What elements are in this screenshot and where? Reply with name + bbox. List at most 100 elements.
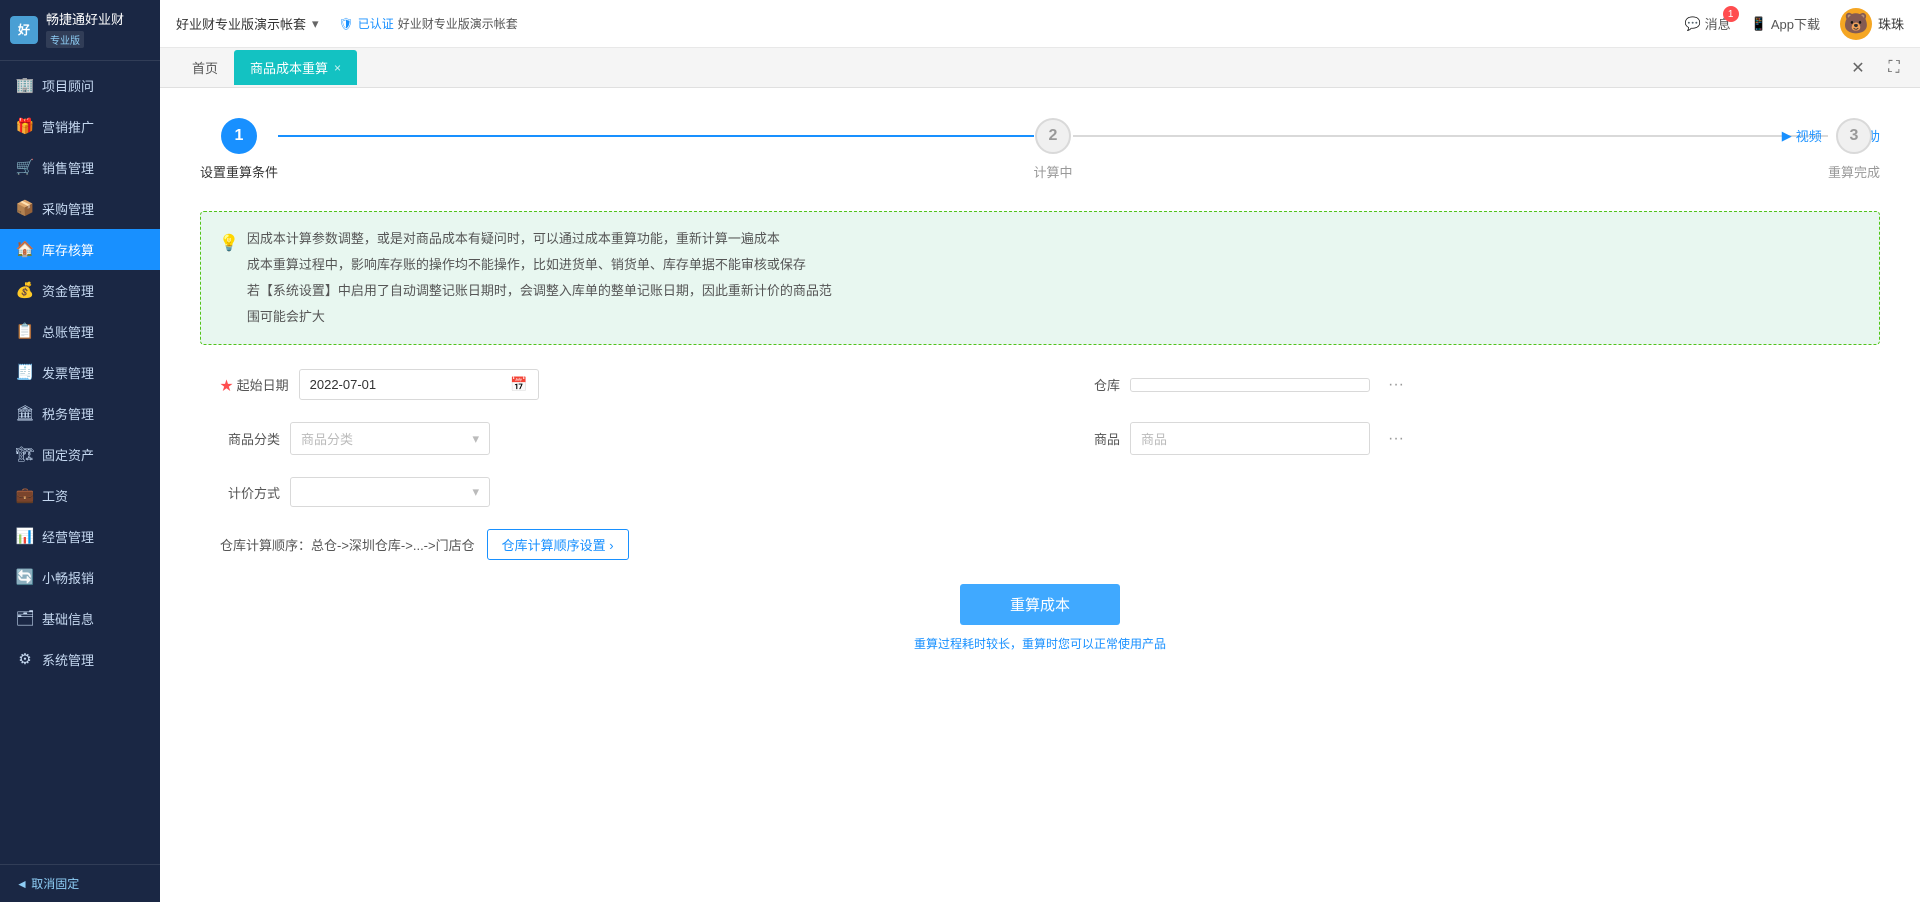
expense-icon: 🔄 xyxy=(16,568,34,586)
sidebar-logo: 好 xyxy=(10,16,38,44)
sidebar-item-system[interactable]: ⚙系统管理 xyxy=(0,639,160,680)
sidebar-item-label: 销售管理 xyxy=(42,158,94,177)
sidebar-item-operation[interactable]: 📊经营管理 xyxy=(0,516,160,557)
tab-close-icon[interactable]: × xyxy=(334,61,341,75)
goods-label: 商品 xyxy=(1060,429,1120,448)
action-hint: 重算过程耗时较长，重算时您可以正常使用产品 xyxy=(914,635,1166,652)
topbar-right: 💬 消息 1 📱 App下载 🐻 珠珠 xyxy=(1684,8,1904,40)
goods-input[interactable]: 商品 xyxy=(1130,422,1370,455)
topbar-account[interactable]: 好业财专业版演示帐套 ▾ xyxy=(176,14,319,33)
category-placeholder: 商品分类 xyxy=(301,429,353,448)
sidebar-item-assets[interactable]: 🏗固定资产 xyxy=(0,434,160,475)
sidebar-item-salary[interactable]: 💼工资 xyxy=(0,475,160,516)
sidebar-item-label: 总账管理 xyxy=(42,322,94,341)
sidebar-edition: 专业版 xyxy=(46,31,84,48)
maximize-button[interactable]: ⛶ xyxy=(1880,54,1908,82)
sidebar-item-basic[interactable]: 🗂基础信息 xyxy=(0,598,160,639)
pricing-select[interactable]: ▾ xyxy=(290,477,490,507)
pricing-dropdown-icon: ▾ xyxy=(472,484,479,500)
basic-icon: 🗂 xyxy=(16,609,34,627)
play-icon: ▶ xyxy=(1782,128,1792,144)
tabbar: 首页 商品成本重算 × ✕ ⛶ xyxy=(160,48,1920,88)
marketing-icon: 🎁 xyxy=(16,117,34,135)
pricing-field: 计价方式 ▾ xyxy=(220,477,1020,507)
notice-line2: 成本重算过程中，影响库存账的操作均不能操作，比如进货单、销货单、库存单据不能审核… xyxy=(247,252,832,278)
close-window-button[interactable]: ✕ xyxy=(1844,54,1872,82)
form-row-3: 计价方式 ▾ xyxy=(220,477,1860,507)
warehouse-more-icon[interactable]: ··· xyxy=(1380,372,1412,398)
message-icon: 💬 xyxy=(1684,16,1700,32)
warehouse-input[interactable] xyxy=(1130,378,1370,392)
sidebar-item-label: 营销推广 xyxy=(42,117,94,136)
sidebar-item-invoice[interactable]: 🧾发票管理 xyxy=(0,352,160,393)
sidebar-item-accounting[interactable]: 📋 总账管理 xyxy=(0,311,160,352)
verified-account: 好业财专业版演示帐套 xyxy=(398,15,518,32)
sidebar-item-project[interactable]: 🏢 项目顾问 xyxy=(0,65,160,106)
step-1: 1 设置重算条件 xyxy=(200,118,278,181)
category-field: 商品分类 商品分类 ▾ xyxy=(220,422,1020,455)
topbar-verified: 🛡 已认证 好业财专业版演示帐套 xyxy=(339,15,518,32)
verified-text: 已认证 xyxy=(358,15,394,32)
start-date-input[interactable]: 2022-07-01 📅 xyxy=(299,369,539,400)
app-download-button[interactable]: 📱 App下载 xyxy=(1751,14,1820,33)
sidebar-item-inventory[interactable]: 🏠 库存核算 xyxy=(0,229,160,270)
calendar-icon[interactable]: 📅 xyxy=(510,376,527,393)
form-row-1: ★ 起始日期 2022-07-01 📅 仓库 ··· xyxy=(220,369,1860,400)
sidebar-brand-name: 畅捷通好业财 xyxy=(46,12,124,29)
sidebar-item-label: 项目顾问 xyxy=(42,76,94,95)
warehouse-label: 仓库 xyxy=(1060,375,1120,394)
sidebar-item-finance[interactable]: 💰 资金管理 xyxy=(0,270,160,311)
category-select[interactable]: 商品分类 ▾ xyxy=(290,422,490,455)
account-dropdown-icon[interactable]: ▾ xyxy=(312,16,319,32)
sales-icon: 🛒 xyxy=(16,158,34,176)
app-download-label: App下载 xyxy=(1771,14,1820,33)
shield-icon: 🛡 xyxy=(339,17,354,31)
sidebar-item-label: 发票管理 xyxy=(42,363,94,382)
recalc-button[interactable]: 重算成本 xyxy=(960,584,1120,625)
step-3-label: 重算完成 xyxy=(1828,162,1880,181)
calc-order-settings-button[interactable]: 仓库计算顺序设置 › xyxy=(487,529,629,560)
required-mark: ★ xyxy=(220,378,237,393)
sidebar-item-label: 系统管理 xyxy=(42,650,94,669)
sidebar-item-sales[interactable]: 🛒 销售管理 xyxy=(0,147,160,188)
notice-line1: 因成本计算参数调整，或是对商品成本有疑问时，可以通过成本重算功能，重新计算一遍成… xyxy=(247,226,832,252)
sidebar: 好 畅捷通好业财 专业版 🏢 项目顾问 🎁 营销推广 🛒 销售管理 📦 采购管理 🏠 库存核算 💰 资… xyxy=(0,0,160,902)
operation-icon: 📊 xyxy=(16,527,34,545)
stepper: 1 设置重算条件 2 计算中 3 重算完成 ▶ 视频 xyxy=(200,118,1880,181)
sidebar-footer[interactable]: ◄ 取消固定 xyxy=(0,864,160,902)
tab-home-label: 首页 xyxy=(192,61,218,76)
sidebar-item-expense[interactable]: 🔄小畅报销 xyxy=(0,557,160,598)
sidebar-item-marketing[interactable]: 🎁 营销推广 xyxy=(0,106,160,147)
start-date-field: ★ 起始日期 2022-07-01 📅 xyxy=(220,369,1020,400)
notice-box: 💡 因成本计算参数调整，或是对商品成本有疑问时，可以通过成本重算功能，重新计算一… xyxy=(200,211,1880,345)
user-avatar-button[interactable]: 🐻 珠珠 xyxy=(1840,8,1904,40)
goods-placeholder: 商品 xyxy=(1141,429,1167,448)
notice-icon: 💡 xyxy=(219,228,239,330)
sidebar-item-label: 资金管理 xyxy=(42,281,94,300)
goods-more-icon[interactable]: ··· xyxy=(1380,426,1412,452)
finance-icon: 💰 xyxy=(16,281,34,299)
pricing-label: 计价方式 xyxy=(220,483,280,502)
video-link[interactable]: ▶ 视频 xyxy=(1782,126,1822,145)
project-icon: 🏢 xyxy=(16,76,34,94)
step-line-1 xyxy=(278,135,1033,137)
dropdown-icon: ▾ xyxy=(472,431,479,447)
sidebar-item-label: 采购管理 xyxy=(42,199,94,218)
message-button[interactable]: 💬 消息 1 xyxy=(1684,14,1730,33)
purchase-icon: 📦 xyxy=(16,199,34,217)
unpin-label: ◄ 取消固定 xyxy=(16,875,79,892)
inventory-icon: 🏠 xyxy=(16,240,34,258)
topbar: 好业财专业版演示帐套 ▾ 🛡 已认证 好业财专业版演示帐套 💬 消息 1 📱 A… xyxy=(160,0,1920,48)
step-3-circle: 3 xyxy=(1836,118,1872,154)
step-1-label: 设置重算条件 xyxy=(200,162,278,181)
tab-active[interactable]: 商品成本重算 × xyxy=(234,50,357,85)
sidebar-item-purchase[interactable]: 📦 采购管理 xyxy=(0,188,160,229)
sidebar-item-label: 库存核算 xyxy=(42,240,94,259)
tab-home[interactable]: 首页 xyxy=(176,50,234,85)
tax-icon: 🏛 xyxy=(16,404,34,422)
avatar: 🐻 xyxy=(1840,8,1872,40)
sidebar-item-tax[interactable]: 🏛税务管理 xyxy=(0,393,160,434)
calc-order-label: 仓库计算顺序：总仓->深圳仓库->...->门店仓 xyxy=(220,535,475,554)
accounting-icon: 📋 xyxy=(16,322,34,340)
phone-icon: 📱 xyxy=(1751,16,1767,32)
